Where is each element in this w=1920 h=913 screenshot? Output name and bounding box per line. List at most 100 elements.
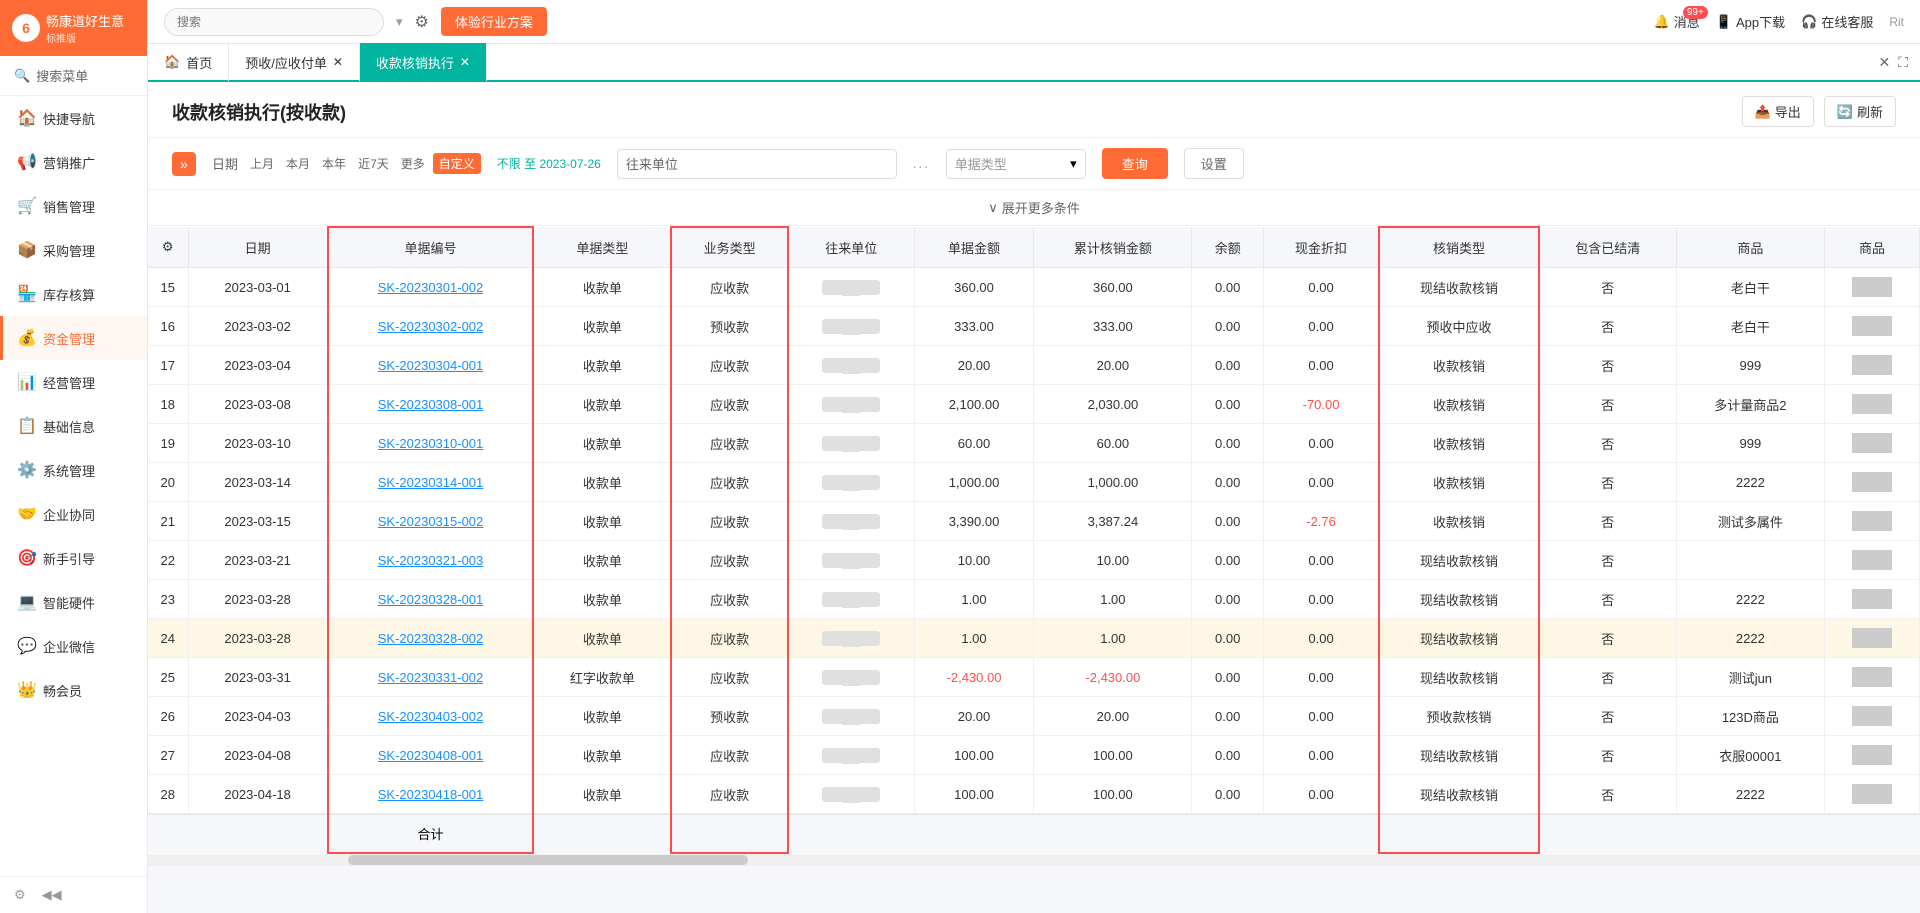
singleno-link[interactable]: SK-20230331-002 [378,670,484,685]
user-name[interactable]: Rit [1889,15,1904,29]
singleno-link[interactable]: SK-20230314-001 [378,475,484,490]
notification-button[interactable]: 🔔 消息 99+ [1654,12,1700,31]
filter-last-month[interactable]: 上月 [246,153,278,174]
settings-icon[interactable]: ⚙ [14,887,26,903]
filter-partner-input[interactable] [678,156,888,171]
tab-writeoff[interactable]: 收款核销执行 ✕ [360,43,487,81]
sidebar-item-marketing[interactable]: 📢营销推广 [0,140,147,184]
singleno-link[interactable]: SK-20230418-001 [378,787,484,802]
app-download-link[interactable]: 📱 App下载 [1716,12,1785,31]
nav-icon-wechat: 💬 [17,636,35,656]
cell-include-cleared: 否 [1539,619,1676,658]
sidebar-item-hardware[interactable]: 💻智能硬件 [0,580,147,624]
sidebar-item-operations[interactable]: 📊经营管理 [0,360,147,404]
cell-amount: 100.00 [914,775,1034,815]
sidebar-item-basics[interactable]: 📋基础信息 [0,404,147,448]
sidebar-item-system[interactable]: ⚙️系统管理 [0,448,147,492]
tab-home[interactable]: 🏠 首页 [148,43,229,81]
cell-writetype: 收款核销 [1379,385,1539,424]
singleno-link[interactable]: SK-20230315-002 [378,514,484,529]
tab-writeoff-close-icon[interactable]: ✕ [460,55,470,69]
close-tab-icon[interactable]: ✕ [1878,54,1890,71]
expand-tab-icon[interactable]: ⛶ [1898,54,1908,71]
sidebar-item-enterprise[interactable]: 🤝企业协同 [0,492,147,536]
cell-writeoff-amount: 3,387.24 [1034,502,1192,541]
scrollbar-thumb[interactable] [348,855,748,865]
singleno-link[interactable]: SK-20230301-002 [378,280,484,295]
cell-cash-discount: -2.76 [1263,502,1379,541]
cell-biztype: 应收款 [671,580,787,619]
table-footer-row: 合计 [148,814,1920,853]
cell-amount: 360.00 [914,268,1034,307]
cell-no: 20 [148,463,188,502]
horizontal-scrollbar[interactable] [148,854,1920,866]
singleno-link[interactable]: SK-20230308-001 [378,397,484,412]
filter-last-7days[interactable]: 近7天 [354,153,393,174]
tab-prepay-close-icon[interactable]: ✕ [333,55,343,69]
filter-receipt-type-select[interactable]: 单据类型 ▾ [946,149,1086,179]
cell-balance: 0.00 [1192,502,1264,541]
topbar-gear-icon[interactable]: ⚙ [415,12,429,32]
singleno-link[interactable]: SK-20230328-002 [378,631,484,646]
singleno-link[interactable]: SK-20230321-003 [378,553,484,568]
sidebar-item-funds[interactable]: 💰资金管理 [0,316,147,360]
table-row: 18 2023-03-08 SK-20230308-001 收款单 应收款 ██… [148,385,1920,424]
nav-icon-operations: 📊 [17,372,35,392]
filter-this-year[interactable]: 本年 [318,153,350,174]
online-service-link[interactable]: 🎧 在线客服 [1801,12,1873,31]
topbar-right: 🔔 消息 99+ 📱 App下载 🎧 在线客服 Rit [1654,12,1904,31]
cell-amount: 100.00 [914,736,1034,775]
topbar-search-input[interactable] [164,8,384,36]
filter-custom-date[interactable]: 自定义 [433,153,481,174]
th-setting[interactable]: ⚙ [148,227,188,268]
nav-label-guide: 新手引导 [43,549,95,568]
cell-singleno: SK-20230408-001 [328,736,534,775]
cell-writeoff-amount: 10.00 [1034,541,1192,580]
cell-goods2 [1825,502,1920,541]
sidebar-item-purchase[interactable]: 📦采购管理 [0,228,147,272]
table-body: 15 2023-03-01 SK-20230301-002 收款单 应收款 ██… [148,268,1920,815]
table-row: 25 2023-03-31 SK-20230331-002 红字收款单 应收款 … [148,658,1920,697]
collapse-icon[interactable]: ◀◀ [42,887,62,903]
th-goods: 商品 [1676,227,1824,268]
cell-writeoff-amount: 2,030.00 [1034,385,1192,424]
export-button[interactable]: 📤 导出 [1742,96,1814,127]
filter-this-month[interactable]: 本月 [282,153,314,174]
table-row: 27 2023-04-08 SK-20230408-001 收款单 应收款 ██… [148,736,1920,775]
refresh-button[interactable]: 🔄 刷新 [1824,96,1896,127]
filter-expand-button[interactable]: » [172,152,196,176]
tab-prepay-label: 预收/应收付单 [245,53,327,72]
sidebar-item-inventory[interactable]: 🏪库存核算 [0,272,147,316]
sidebar-item-wechat[interactable]: 💬企业微信 [0,624,147,668]
singleno-link[interactable]: SK-20230408-001 [378,748,484,763]
tabbar: 🏠 首页 预收/应收付单 ✕ 收款核销执行 ✕ ✕ ⛶ [148,44,1920,82]
singleno-link[interactable]: SK-20230328-001 [378,592,484,607]
sidebar-item-member[interactable]: 👑畅会员 [0,668,147,712]
industry-solution-button[interactable]: 体验行业方案 [441,7,547,36]
nav-label-purchase: 采购管理 [43,241,95,260]
cell-writetype: 现结收款核销 [1379,541,1539,580]
cell-include-cleared: 否 [1539,697,1676,736]
page-actions: 📤 导出 🔄 刷新 [1742,96,1896,127]
singleno-link[interactable]: SK-20230302-002 [378,319,484,334]
filter-more-dates[interactable]: 更多 [397,153,429,174]
singleno-link[interactable]: SK-20230304-001 [378,358,484,373]
cell-goods: 老白干 [1676,268,1824,307]
dropdown-chevron-icon[interactable]: ▾ [396,14,403,30]
sidebar-search[interactable]: 🔍 搜索菜单 [0,56,147,96]
query-button[interactable]: 查询 [1102,148,1168,179]
cell-writetype: 现结收款核销 [1379,736,1539,775]
nav-label-inventory: 库存核算 [43,285,95,304]
setting-button[interactable]: 设置 [1184,148,1244,179]
th-amount: 单据金额 [914,227,1034,268]
sidebar-item-guide[interactable]: 🎯新手引导 [0,536,147,580]
cell-cash-discount: 0.00 [1263,346,1379,385]
cell-date: 2023-03-28 [188,619,328,658]
singleno-link[interactable]: SK-20230310-001 [378,436,484,451]
singleno-link[interactable]: SK-20230403-002 [378,709,484,724]
expand-more-button[interactable]: ∨ 展开更多条件 [988,198,1080,217]
sidebar-item-sales[interactable]: 🛒销售管理 [0,184,147,228]
tab-prepay[interactable]: 预收/应收付单 ✕ [229,43,360,81]
cell-biztype: 应收款 [671,268,787,307]
sidebar-item-quick-nav[interactable]: 🏠快捷导航 [0,96,147,140]
